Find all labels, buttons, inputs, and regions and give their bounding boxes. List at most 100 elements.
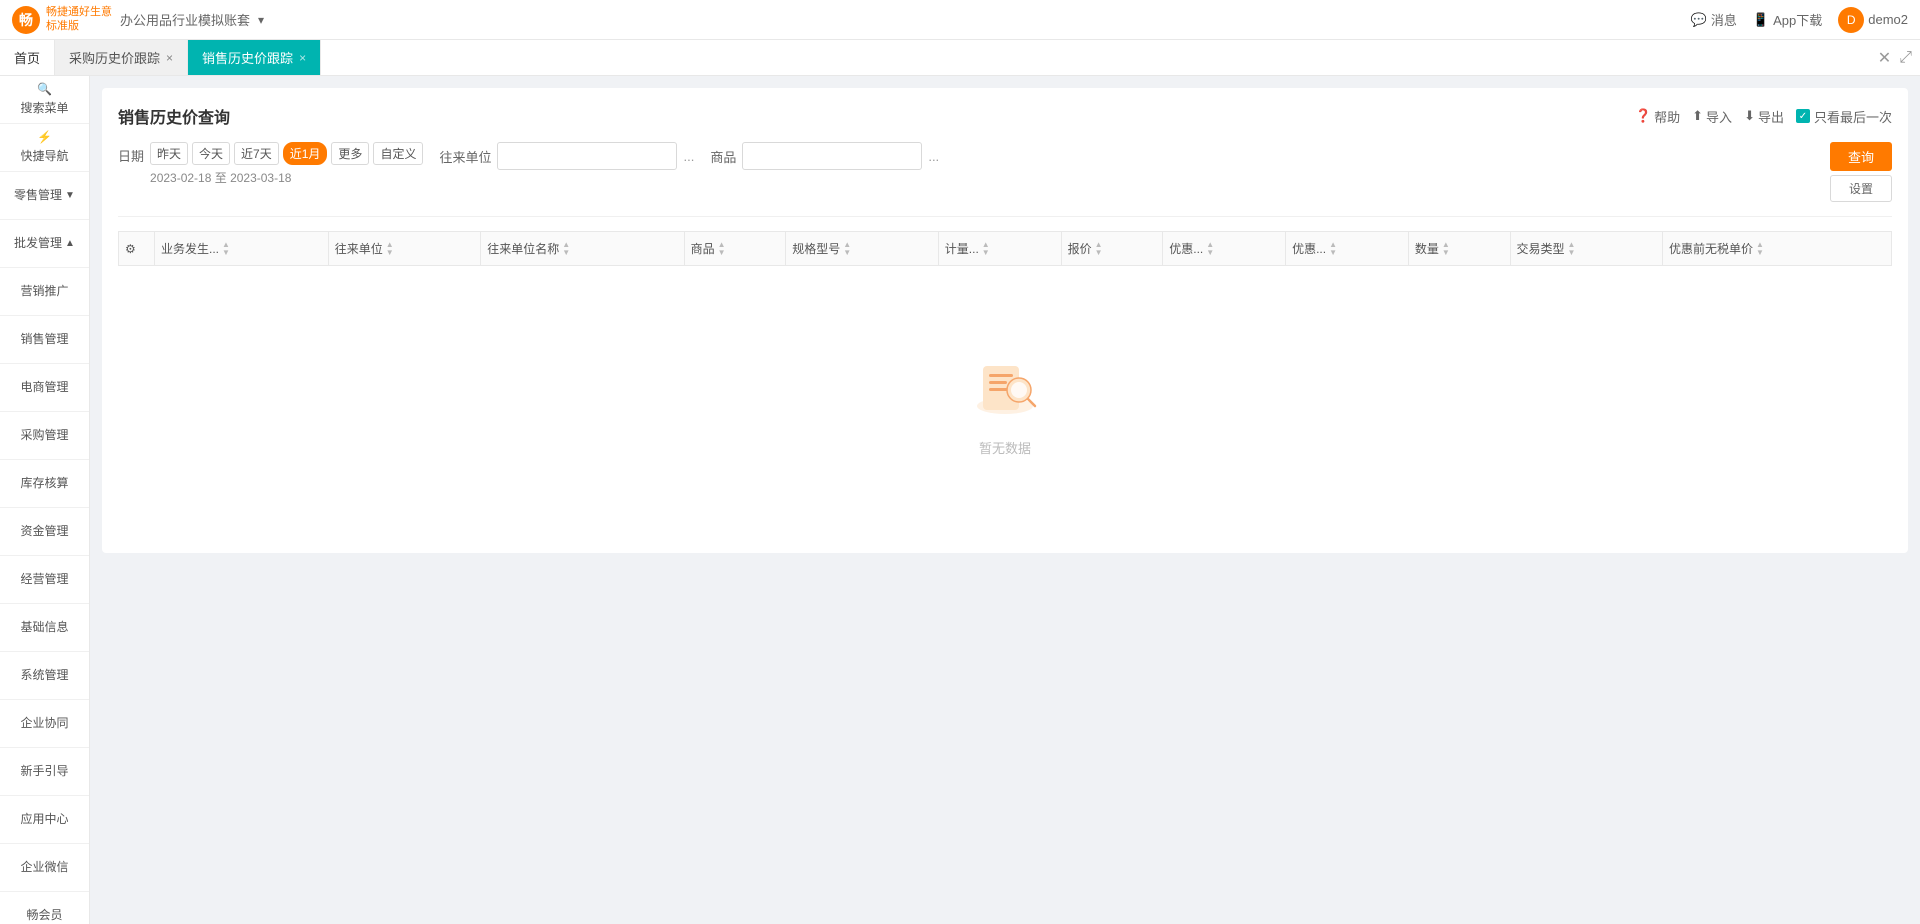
date-btn-7days[interactable]: 近7天	[234, 142, 279, 165]
logo-area: 畅 畅捷通好生意 标准版	[12, 6, 112, 34]
app-download-button[interactable]: 📱 App下载	[1753, 10, 1822, 29]
goods-filter-group: 商品 ...	[710, 142, 939, 170]
sidebar-item-wholesale[interactable]: 批发管理 ▲	[0, 220, 89, 268]
page-card: 销售历史价查询 ❓ 帮助 ⬆ 导入 ⬇ 导出	[102, 88, 1908, 553]
logo-icon: 畅	[12, 6, 40, 34]
date-btn-1month[interactable]: 近1月	[283, 142, 328, 165]
date-btn-more[interactable]: 更多	[331, 142, 369, 165]
th-partner-name[interactable]: 往来单位名称▲▼	[481, 232, 684, 266]
date-range: 2023-02-18 至 2023-03-18	[150, 169, 423, 186]
empty-icon	[965, 346, 1045, 426]
tab-purchase-label: 采购历史价跟踪	[69, 48, 160, 67]
top-bar: 畅 畅捷通好生意 标准版 办公用品行业模拟账套 ▾ 💬 消息 📱 App下载 D…	[0, 0, 1920, 40]
th-partner-code[interactable]: 往来单位▲▼	[328, 232, 481, 266]
partner-input[interactable]	[497, 142, 677, 170]
sidebar-item-search[interactable]: 🔍 搜索菜单	[0, 76, 89, 124]
tab-purchase-history[interactable]: 采购历史价跟踪 ×	[55, 40, 188, 75]
tab-sales-history[interactable]: 销售历史价跟踪 ×	[188, 40, 321, 75]
retail-arrow: ▼	[65, 189, 75, 202]
sidebar-item-ecommerce[interactable]: 电商管理	[0, 364, 89, 412]
date-buttons: 昨天 今天 近7天 近1月 更多 自定义	[150, 142, 423, 165]
data-table: ⚙ 业务发生...▲▼ 往来单位▲▼ 往来单位名称▲▼	[118, 231, 1892, 266]
sidebar-item-wechat[interactable]: 企业微信	[0, 844, 89, 892]
sidebar-item-finance[interactable]: 资金管理	[0, 508, 89, 556]
main-layout: 🔍 搜索菜单 ⚡ 快捷导航 零售管理 ▼ 批发管理 ▲ 营销推广 销售管理 电商…	[0, 76, 1920, 924]
sidebar-item-sales-mgmt[interactable]: 销售管理	[0, 316, 89, 364]
th-qty[interactable]: 数量▲▼	[1408, 232, 1510, 266]
sidebar-item-appstore[interactable]: 应用中心	[0, 796, 89, 844]
query-button[interactable]: 查询	[1830, 142, 1892, 171]
import-action[interactable]: ⬆ 导入	[1692, 107, 1732, 126]
help-icon: ❓	[1635, 108, 1651, 124]
export-icon: ⬇	[1744, 108, 1755, 124]
checkbox-icon: ✓	[1796, 109, 1810, 123]
sidebar-item-basic[interactable]: 基础信息	[0, 604, 89, 652]
app-title-dropdown[interactable]: ▾	[258, 13, 264, 27]
tab-maximize-action[interactable]: ⤢	[1899, 49, 1912, 67]
date-btn-custom[interactable]: 自定义	[373, 142, 423, 165]
top-bar-right: 💬 消息 📱 App下载 D demo2	[1691, 7, 1908, 33]
page-content: 销售历史价查询 ❓ 帮助 ⬆ 导入 ⬇ 导出	[90, 76, 1920, 924]
sidebar-item-member[interactable]: 畅会员	[0, 892, 89, 924]
only-last-checkbox[interactable]: ✓ 只看最后一次	[1796, 107, 1892, 126]
sidebar-item-system[interactable]: 系统管理	[0, 652, 89, 700]
date-btn-yesterday[interactable]: 昨天	[150, 142, 188, 165]
partner-dots: ...	[683, 149, 694, 164]
user-menu[interactable]: D demo2	[1838, 7, 1908, 33]
th-discount-rate[interactable]: 优惠...▲▼	[1163, 232, 1286, 266]
tab-home-label: 首页	[14, 48, 40, 67]
search-icon: 🔍	[37, 82, 52, 98]
tab-close-action[interactable]: ✕	[1878, 48, 1891, 68]
sidebar-item-inventory[interactable]: 库存核算	[0, 460, 89, 508]
th-trade-type[interactable]: 交易类型▲▼	[1510, 232, 1663, 266]
export-action[interactable]: ⬇ 导出	[1744, 107, 1784, 126]
th-quoted[interactable]: 报价▲▼	[1061, 232, 1163, 266]
app-title: 办公用品行业模拟账套	[120, 10, 250, 29]
goods-input[interactable]	[742, 142, 922, 170]
sidebar-item-retail[interactable]: 零售管理 ▼	[0, 172, 89, 220]
top-bar-left: 畅 畅捷通好生意 标准版 办公用品行业模拟账套 ▾	[12, 6, 264, 34]
page-title-actions: ❓ 帮助 ⬆ 导入 ⬇ 导出 ✓ 只看最后一次	[1635, 107, 1892, 126]
wholesale-arrow: ▲	[65, 237, 75, 250]
th-settings[interactable]: ⚙	[119, 232, 155, 266]
message-button[interactable]: 💬 消息	[1691, 10, 1737, 29]
goods-label: 商品	[710, 147, 736, 166]
page-title-bar: 销售历史价查询 ❓ 帮助 ⬆ 导入 ⬇ 导出	[118, 104, 1892, 128]
tab-sales-label: 销售历史价跟踪	[202, 48, 293, 67]
sidebar-item-operations[interactable]: 经营管理	[0, 556, 89, 604]
date-filter-group: 日期 昨天 今天 近7天 近1月 更多 自定义 2023-02-18 至 202…	[118, 142, 423, 186]
partner-label: 往来单位	[439, 147, 491, 166]
sidebar-item-shortcut[interactable]: ⚡ 快捷导航	[0, 124, 89, 172]
date-label: 日期	[118, 142, 144, 165]
tab-bar: 首页 采购历史价跟踪 × 销售历史价跟踪 × ✕ ⤢	[0, 40, 1920, 76]
th-unit[interactable]: 计量...▲▼	[938, 232, 1061, 266]
filter-actions: 查询 设置	[1830, 142, 1892, 202]
tab-sales-close[interactable]: ×	[299, 51, 306, 65]
date-btn-today[interactable]: 今天	[192, 142, 230, 165]
help-action[interactable]: ❓ 帮助	[1635, 107, 1680, 126]
page-title: 销售历史价查询	[118, 104, 230, 128]
partner-filter-group: 往来单位 ...	[439, 142, 694, 170]
th-biz-date[interactable]: 业务发生...▲▼	[155, 232, 329, 266]
th-discount-amt[interactable]: 优惠...▲▼	[1286, 232, 1409, 266]
sidebar-item-marketing[interactable]: 营销推广	[0, 268, 89, 316]
logo-text: 畅捷通好生意 标准版	[46, 6, 112, 32]
tab-home[interactable]: 首页	[0, 40, 55, 75]
sidebar-item-enterprise[interactable]: 企业协同	[0, 700, 89, 748]
date-options: 昨天 今天 近7天 近1月 更多 自定义 2023-02-18 至 2023-0…	[150, 142, 423, 186]
tab-purchase-close[interactable]: ×	[166, 51, 173, 65]
sidebar-item-purchase[interactable]: 采购管理	[0, 412, 89, 460]
message-icon: 💬	[1691, 12, 1707, 28]
import-icon: ⬆	[1692, 108, 1703, 124]
settings-button[interactable]: 设置	[1830, 175, 1892, 202]
sidebar: 🔍 搜索菜单 ⚡ 快捷导航 零售管理 ▼ 批发管理 ▲ 营销推广 销售管理 电商…	[0, 76, 90, 924]
th-pre-tax[interactable]: 优惠前无税单价▲▼	[1663, 232, 1892, 266]
goods-dots: ...	[928, 149, 939, 164]
sidebar-item-newbie[interactable]: 新手引导	[0, 748, 89, 796]
th-goods[interactable]: 商品▲▼	[684, 232, 786, 266]
th-spec[interactable]: 规格型号▲▼	[786, 232, 939, 266]
content-area: 销售历史价查询 ❓ 帮助 ⬆ 导入 ⬇ 导出	[90, 76, 1920, 924]
filter-bar: 日期 昨天 今天 近7天 近1月 更多 自定义 2023-02-18 至 202…	[118, 142, 1892, 217]
tab-bar-actions: ✕ ⤢	[1870, 40, 1920, 75]
table-container: ⚙ 业务发生...▲▼ 往来单位▲▼ 往来单位名称▲▼	[118, 231, 1892, 266]
